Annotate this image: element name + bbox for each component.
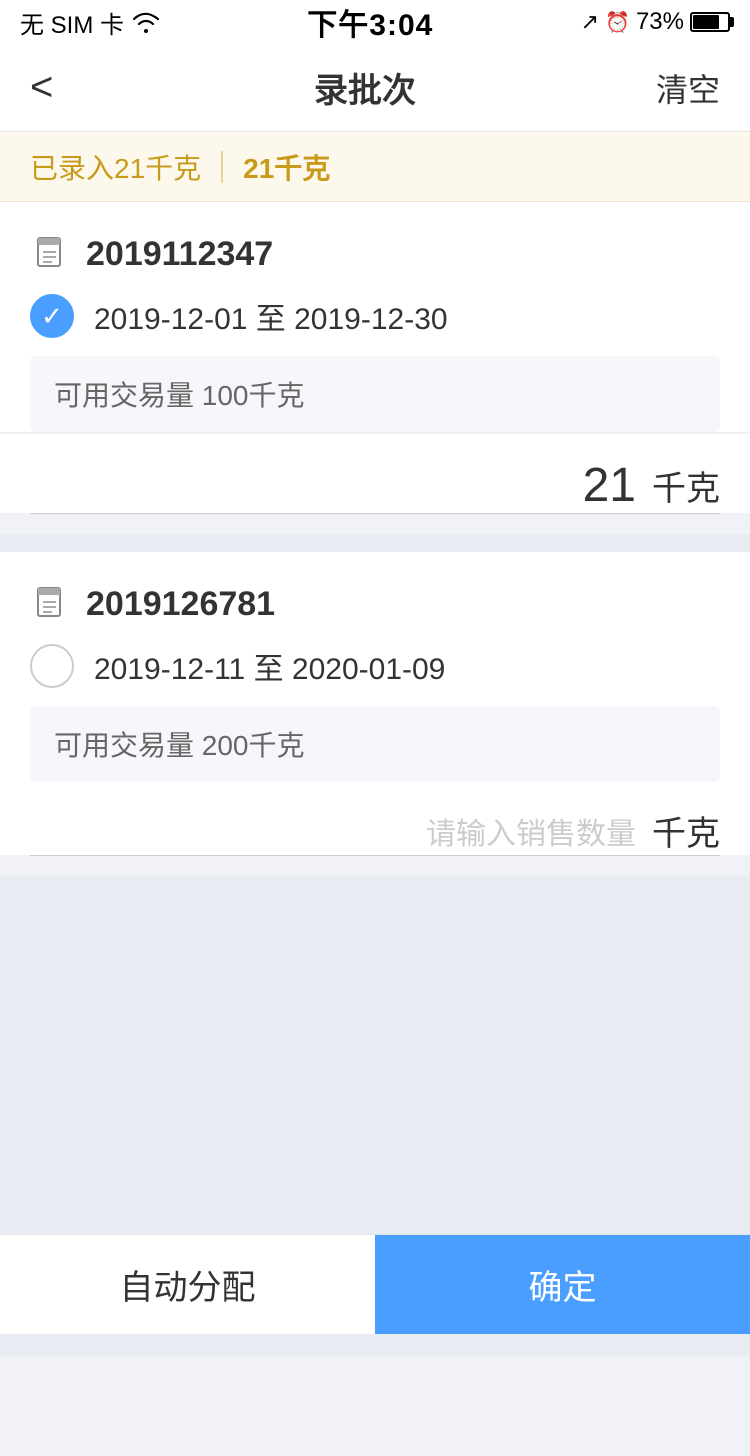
batch1-quantity-value: 21	[583, 458, 636, 513]
nav-bar: < 录批次 清空	[0, 44, 750, 132]
batch1-date-row[interactable]: ✓ 2019-12-01 至 2019-12-30	[30, 294, 720, 338]
battery-percent: 73%	[636, 8, 684, 36]
alarm-icon: ⏰	[605, 10, 630, 35]
batch2-available: 可用交易量 200千克	[54, 730, 305, 761]
batch2-date: 2019-12-11 至 2020-01-09	[94, 644, 445, 688]
batch2-available-box: 可用交易量 200千克	[30, 706, 720, 782]
recorded-label: 已录入21千克	[30, 147, 201, 187]
batch2-input-placeholder: 请输入销售数量	[426, 809, 636, 853]
batch2-radio[interactable]	[30, 644, 74, 688]
info-amount: 21千克	[243, 147, 330, 187]
batch2-card: 2019126781 2019-12-11 至 2020-01-09 可用交易量…	[0, 552, 750, 782]
document2-icon	[34, 586, 70, 622]
location-icon: ↗	[581, 9, 599, 35]
status-time: 下午3:04	[307, 0, 433, 44]
batch1-underline	[30, 513, 720, 514]
auto-distribute-button[interactable]: 自动分配	[0, 1235, 375, 1334]
batch1-header: 2019112347	[30, 232, 720, 276]
batch2-input-row[interactable]: 请输入销售数量 千克	[0, 782, 750, 855]
status-bar: 无 SIM 卡 下午3:04 ↗ ⏰ 73%	[0, 0, 750, 44]
batch1-radio[interactable]: ✓	[30, 294, 74, 338]
batch1-icon	[30, 232, 74, 276]
batch2-date-row[interactable]: 2019-12-11 至 2020-01-09	[30, 644, 720, 688]
batch2-id: 2019126781	[86, 585, 275, 624]
batch1-card: 2019112347 ✓ 2019-12-01 至 2019-12-30 可用交…	[0, 202, 750, 432]
carrier-text: 无 SIM 卡	[20, 5, 124, 40]
batch1-available: 可用交易量 100千克	[54, 380, 305, 411]
clear-button[interactable]: 清空	[640, 65, 720, 111]
batch1-id: 2019112347	[86, 235, 273, 274]
bottom-bar: 自动分配 确定	[0, 1234, 750, 1334]
batch1-available-box: 可用交易量 100千克	[30, 356, 720, 432]
back-button[interactable]: <	[30, 65, 90, 110]
confirm-button[interactable]: 确定	[375, 1235, 750, 1334]
page-title: 录批次	[314, 63, 416, 112]
batch1-quantity-row: 21 千克	[0, 434, 750, 513]
document-icon	[34, 236, 70, 272]
batch2-input-unit: 千克	[652, 806, 720, 855]
battery-fill	[693, 15, 719, 29]
info-divider	[221, 151, 223, 183]
batch2-icon	[30, 582, 74, 626]
batch2-header: 2019126781	[30, 582, 720, 626]
section-divider	[0, 534, 750, 552]
battery-icon	[690, 12, 730, 32]
batch1-quantity-unit: 千克	[652, 461, 720, 510]
batch1-date: 2019-12-01 至 2019-12-30	[94, 294, 448, 338]
info-banner: 已录入21千克 21千克	[0, 132, 750, 202]
status-carrier: 无 SIM 卡	[20, 5, 160, 40]
wifi-icon	[132, 11, 160, 33]
bottom-spacer	[0, 1356, 750, 1456]
status-right-icons: ↗ ⏰ 73%	[581, 8, 730, 36]
batch2-underline	[30, 855, 720, 856]
check-icon: ✓	[41, 303, 63, 329]
